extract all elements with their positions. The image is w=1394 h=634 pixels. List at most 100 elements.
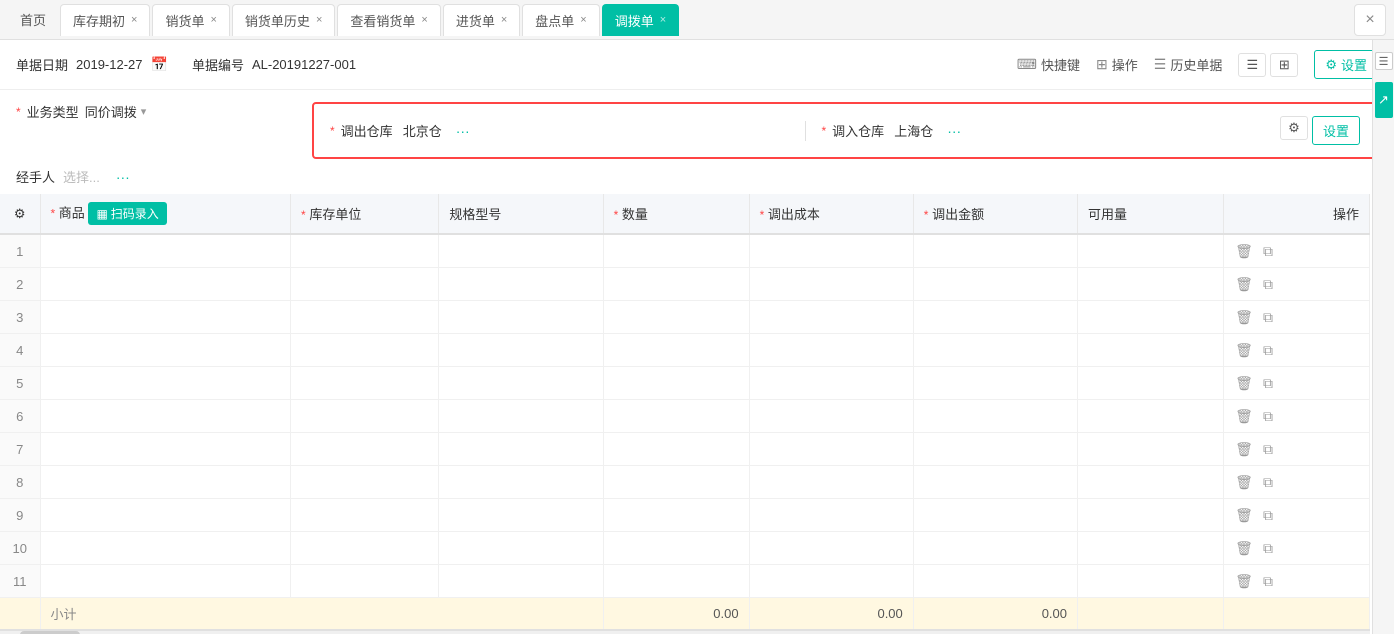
tab-inventory-check[interactable]: 盘点单 ×	[522, 4, 599, 36]
copy-icon-2[interactable]: ⧉	[1258, 274, 1278, 294]
calendar-icon[interactable]: 📅	[151, 56, 168, 73]
available-cell-4	[1078, 334, 1224, 367]
window-close-button[interactable]: ×	[1354, 4, 1386, 36]
table-row: 8 🗑 ⧉	[0, 466, 1370, 499]
tab-view-sales[interactable]: 查看销货单 ×	[337, 4, 440, 36]
product-cell-8[interactable]	[40, 466, 291, 499]
header-unit: * 库存单位	[291, 194, 439, 234]
row-num-2: 2	[0, 268, 40, 301]
cost-cell-3	[749, 301, 913, 334]
tab-purchase-order-close[interactable]: ×	[501, 14, 507, 26]
copy-icon-3[interactable]: ⧉	[1258, 307, 1278, 327]
settings-text-button[interactable]: 设置	[1312, 116, 1360, 145]
product-cell-5[interactable]	[40, 367, 291, 400]
side-share-icon[interactable]: ↗	[1375, 82, 1393, 118]
product-cell-1[interactable]	[40, 234, 291, 268]
header-unit-label: 库存单位	[309, 207, 361, 222]
qty-cell-5	[603, 367, 749, 400]
tab-sales-history-close[interactable]: ×	[316, 14, 322, 26]
copy-icon-11[interactable]: ⧉	[1258, 571, 1278, 591]
spec-cell-7	[439, 433, 603, 466]
table-container: ⚙ * 商品 ▦ 扫码录入 * 库存单位	[0, 194, 1394, 634]
product-cell-10[interactable]	[40, 532, 291, 565]
delete-icon-11[interactable]: 🗑	[1234, 571, 1254, 591]
row-num-3: 3	[0, 301, 40, 334]
copy-icon-7[interactable]: ⧉	[1258, 439, 1278, 459]
tab-sales-history[interactable]: 销货单历史 ×	[232, 4, 335, 36]
transfer-in-more-button[interactable]: ···	[947, 123, 961, 139]
transfer-out-required: *	[330, 124, 335, 138]
copy-icon-4[interactable]: ⧉	[1258, 340, 1278, 360]
delete-icon-10[interactable]: 🗑	[1234, 538, 1254, 558]
shortcut-icon: ⌨	[1017, 56, 1037, 73]
copy-icon-9[interactable]: ⧉	[1258, 505, 1278, 525]
product-cell-4[interactable]	[40, 334, 291, 367]
delete-icon-4[interactable]: 🗑	[1234, 340, 1254, 360]
settings-small-icon: ⚙	[1288, 120, 1300, 136]
delete-icon-5[interactable]: 🗑	[1234, 373, 1254, 393]
tab-home[interactable]: 首页	[8, 4, 58, 36]
scan-button[interactable]: ▦ 扫码录入	[88, 202, 166, 225]
tab-purchase-order[interactable]: 进货单 ×	[443, 4, 520, 36]
table-row: 1 🗑 ⧉	[0, 234, 1370, 268]
tab-sales-order-close[interactable]: ×	[210, 14, 216, 26]
table-row-11: 11 🗑 ⧉	[0, 565, 1370, 598]
spec-cell-5	[439, 367, 603, 400]
header-spec-label: 规格型号	[449, 207, 501, 222]
unit-cell-10	[291, 532, 439, 565]
cost-cell-7	[749, 433, 913, 466]
qty-cell-4	[603, 334, 749, 367]
history-button[interactable]: ☰ 历史单据	[1154, 55, 1223, 74]
op-cell-1: 🗑 ⧉	[1223, 234, 1369, 268]
delete-icon-3[interactable]: 🗑	[1234, 307, 1254, 327]
tab-transfer-order[interactable]: 调拨单 ×	[602, 4, 679, 36]
copy-icon-10[interactable]: ⧉	[1258, 538, 1278, 558]
operation-button[interactable]: ⊞ 操作	[1096, 55, 1138, 74]
product-cell-3[interactable]	[40, 301, 291, 334]
operation-label: 操作	[1112, 55, 1138, 74]
copy-icon-5[interactable]: ⧉	[1258, 373, 1278, 393]
tab-inventory-check-label: 盘点单	[535, 11, 574, 30]
delete-icon-6[interactable]: 🗑	[1234, 406, 1254, 426]
settings-label: 设置	[1341, 55, 1367, 74]
settings-button[interactable]: ⚙ 设置	[1314, 50, 1378, 79]
grid-view-button[interactable]: ⊞	[1270, 53, 1298, 77]
qty-cell-8	[603, 466, 749, 499]
business-type-select[interactable]: 同价调拨 ▾	[85, 102, 147, 121]
copy-icon-1[interactable]: ⧉	[1258, 241, 1278, 261]
product-cell-2[interactable]	[40, 268, 291, 301]
delete-icon-7[interactable]: 🗑	[1234, 439, 1254, 459]
shortcut-button[interactable]: ⌨ 快捷键	[1017, 55, 1080, 74]
delete-icon-2[interactable]: 🗑	[1234, 274, 1254, 294]
product-cell-11[interactable]	[40, 565, 291, 598]
op-cell-2: 🗑 ⧉	[1223, 268, 1369, 301]
transfer-out-more-button[interactable]: ···	[456, 123, 470, 139]
list-view-button[interactable]: ☰	[1238, 53, 1266, 77]
tab-sales-order[interactable]: 销货单 ×	[152, 4, 229, 36]
spec-cell-1	[439, 234, 603, 268]
product-cell-9[interactable]	[40, 499, 291, 532]
tab-transfer-order-close[interactable]: ×	[660, 14, 666, 26]
settings-icon-button[interactable]: ⚙	[1280, 116, 1308, 140]
delete-icon-8[interactable]: 🗑	[1234, 472, 1254, 492]
tab-inventory-init-label: 库存期初	[73, 11, 125, 30]
delete-icon-1[interactable]: 🗑	[1234, 241, 1254, 261]
product-cell-7[interactable]	[40, 433, 291, 466]
copy-icon-8[interactable]: ⧉	[1258, 472, 1278, 492]
header-settings[interactable]: ⚙	[0, 194, 40, 234]
toolbar-date-group: 单据日期 2019-12-27 📅 单据编号 AL-20191227-001	[16, 55, 356, 74]
tab-inventory-check-close[interactable]: ×	[580, 14, 586, 26]
person-select[interactable]: 选择...	[63, 167, 100, 186]
side-list-icon[interactable]: ☰	[1375, 52, 1393, 70]
product-cell-6[interactable]	[40, 400, 291, 433]
qty-cell-3	[603, 301, 749, 334]
unit-cell-9	[291, 499, 439, 532]
business-type-label: 业务类型	[27, 102, 79, 121]
tab-inventory-init-close[interactable]: ×	[131, 14, 137, 26]
tab-view-sales-close[interactable]: ×	[421, 14, 427, 26]
op-cell-9: 🗑 ⧉	[1223, 499, 1369, 532]
person-more-button[interactable]: ···	[116, 169, 130, 185]
delete-icon-9[interactable]: 🗑	[1234, 505, 1254, 525]
copy-icon-6[interactable]: ⧉	[1258, 406, 1278, 426]
tab-inventory-init[interactable]: 库存期初 ×	[60, 4, 150, 36]
